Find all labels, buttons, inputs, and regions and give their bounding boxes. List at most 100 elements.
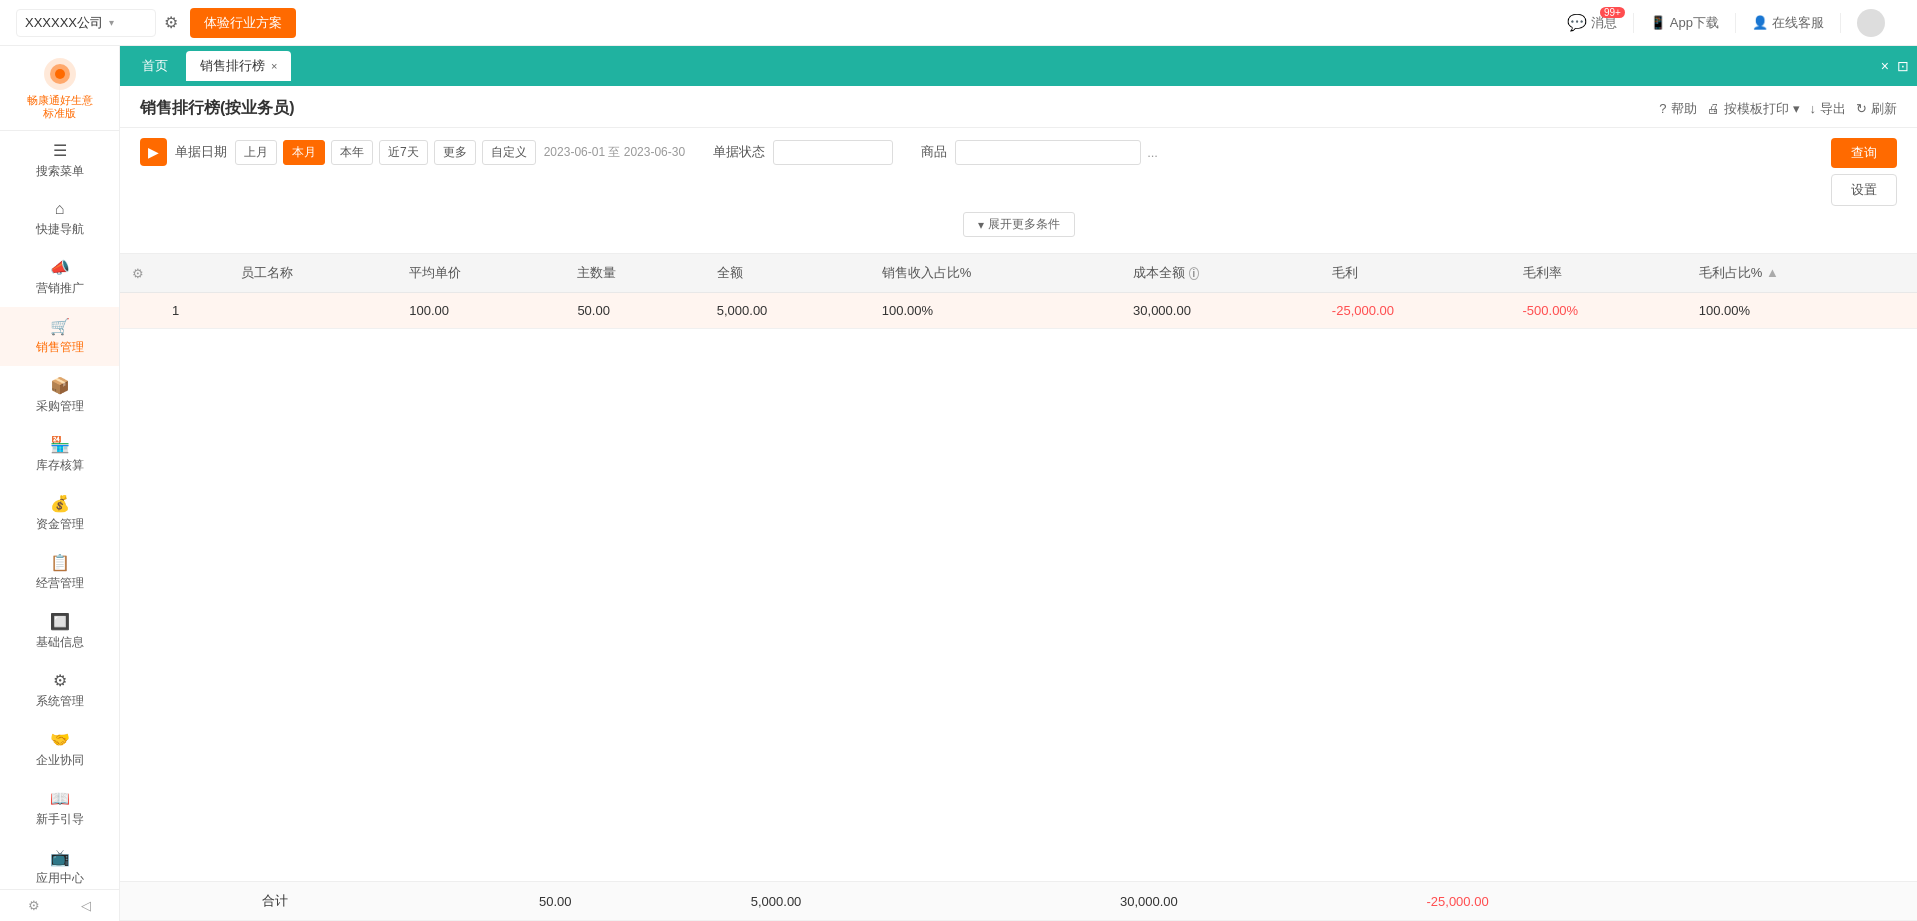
sidebar-bottom: ⚙ ◁ [0,889,119,921]
table-container: ⚙ 员工名称 平均单价 主数量 全额 销售收入占比% 成本全额 i 毛利 毛利率… [120,254,1917,881]
minimize-icon[interactable]: × [1881,58,1889,74]
sidebar-item-finance[interactable]: 💰 资金管理 [0,484,119,543]
footer-quantity: 50.00 [527,882,739,921]
logo-title: 畅康通好生意 标准版 [27,94,93,120]
table-header: ⚙ 员工名称 平均单价 主数量 全额 销售收入占比% 成本全额 i 毛利 毛利率… [120,254,1917,293]
expand-chevron-icon: ▾ [978,218,984,232]
cell-settings [120,293,160,329]
home-icon: ⌂ [55,200,65,218]
query-button[interactable]: 查询 [1831,138,1897,168]
app-download-button[interactable]: 📱 App下载 [1650,14,1719,32]
th-amount: 全额 [705,254,870,293]
date-custom-btn[interactable]: 自定义 [482,140,536,165]
footer-avg [437,882,527,921]
message-button[interactable]: 💬 消息 99+ [1567,13,1617,32]
export-button[interactable]: ↓ 导出 [1810,100,1847,118]
sidebar-label-system: 系统管理 [36,693,84,710]
sidebar-item-marketing[interactable]: 📣 营销推广 [0,248,119,307]
print-icon: 🖨 [1707,101,1720,116]
help-button[interactable]: ? 帮助 [1659,100,1696,118]
table-body: 1 100.00 50.00 5,000.00 100.00% 30,000.0… [120,293,1917,329]
sidebar-label-search: 搜索菜单 [36,163,84,180]
date-this-year-btn[interactable]: 本年 [331,140,373,165]
sidebar-item-app-center[interactable]: 📺 应用中心 [0,838,119,889]
sidebar-label-purchase: 采购管理 [36,398,84,415]
date-this-month-btn[interactable]: 本月 [283,140,325,165]
search-menu-icon: ☰ [53,141,67,160]
table-settings-icon[interactable]: ⚙ [132,266,144,281]
expand-more-button[interactable]: ▾ 展开更多条件 [963,212,1075,237]
online-service-icon: 👤 [1752,15,1768,30]
sidebar-item-system[interactable]: ⚙ 系统管理 [0,661,119,720]
settings-icon[interactable]: ⚙ [164,13,178,32]
sidebar-item-sales[interactable]: 🛒 销售管理 [0,307,119,366]
print-button[interactable]: 🖨 按模板打印 ▾ [1707,100,1800,118]
date-7days-btn[interactable]: 近7天 [379,140,428,165]
page-actions: ? 帮助 🖨 按模板打印 ▾ ↓ 导出 ↻ 刷新 [1659,100,1897,118]
tab-close-icon[interactable]: × [271,60,277,72]
avatar[interactable] [1857,9,1885,37]
page-header: 销售排行榜(按业务员) ? 帮助 🖨 按模板打印 ▾ ↓ 导出 [120,86,1917,128]
status-select[interactable] [773,140,893,165]
footer-row: 合计 50.00 5,000.00 30,000.00 -25,000.00 [120,882,1917,921]
cell-quantity: 50.00 [565,293,704,329]
finance-icon: 💰 [50,494,70,513]
data-table: ⚙ 员工名称 平均单价 主数量 全额 销售收入占比% 成本全额 i 毛利 毛利率… [120,254,1917,329]
sidebar-item-quick-nav[interactable]: ⌂ 快捷导航 [0,190,119,248]
th-quantity: 主数量 [565,254,704,293]
date-prev-month-btn[interactable]: 上月 [235,140,277,165]
sales-icon: 🛒 [50,317,70,336]
cell-rank: 1 [160,293,229,329]
footer-cell-spacer [120,882,160,921]
filter-settings-button[interactable]: 设置 [1831,174,1897,206]
date-more-btn[interactable]: 更多 [434,140,476,165]
sidebar: 畅康通好生意 标准版 ☰ 搜索菜单 ⌂ 快捷导航 📣 营销推广 � [0,46,120,921]
cell-gross-pct: 100.00% [1687,293,1917,329]
gross-pct-sort-icon[interactable]: ▲ [1766,265,1779,280]
filter-right-buttons: 查询 设置 [1831,138,1897,206]
sidebar-item-operations[interactable]: 📋 经营管理 [0,543,119,602]
online-service-button[interactable]: 👤 在线客服 [1752,14,1824,32]
sidebar-item-search[interactable]: ☰ 搜索菜单 [0,131,119,190]
trial-button[interactable]: 体验行业方案 [190,8,296,38]
guide-icon: 📖 [50,789,70,808]
sidebar-item-purchase[interactable]: 📦 采购管理 [0,366,119,425]
cell-avg-price: 100.00 [397,293,565,329]
refresh-icon: ↻ [1856,101,1867,116]
tab-sales-rank[interactable]: 销售排行榜 × [186,51,291,81]
cell-cost: 30,000.00 [1121,293,1320,329]
content-area: 首页 销售排行榜 × × ⊡ 销售排行榜(按业务员) ? 帮助 [120,46,1917,921]
company-selector[interactable]: XXXXXX公司 ▾ [16,9,156,37]
page-title: 销售排行榜(按业务员) [140,98,295,119]
sidebar-item-inventory[interactable]: 🏪 库存核算 [0,425,119,484]
maximize-icon[interactable]: ⊡ [1897,58,1909,74]
th-gross-rate: 毛利率 [1511,254,1687,293]
cost-info-icon[interactable]: i [1189,267,1199,280]
th-settings[interactable]: ⚙ [120,254,160,293]
sidebar-item-enterprise[interactable]: 🤝 企业协同 [0,720,119,779]
chevron-down-icon: ▾ [109,17,114,28]
refresh-button[interactable]: ↻ 刷新 [1856,100,1897,118]
cell-name [229,293,397,329]
cell-sales-pct: 100.00% [870,293,1121,329]
expand-row: ▾ 展开更多条件 [140,206,1897,243]
app-download-label: App下载 [1670,14,1719,32]
goods-input[interactable] [955,140,1141,165]
print-chevron-icon: ▾ [1793,101,1800,116]
sidebar-item-guide[interactable]: 📖 新手引导 [0,779,119,838]
sidebar-label-guide: 新手引导 [36,811,84,828]
filter-expand-arrow[interactable]: ▶ [140,138,167,166]
th-avg-price: 平均单价 [397,254,565,293]
tab-home[interactable]: 首页 [128,51,182,81]
sidebar-item-basic-info[interactable]: 🔲 基础信息 [0,602,119,661]
goods-more-icon[interactable]: ... [1147,145,1158,160]
sidebar-collapse-icon[interactable]: ◁ [81,898,91,913]
sidebar-nav: ☰ 搜索菜单 ⌂ 快捷导航 📣 营销推广 🛒 销售管理 📦 采购管理 [0,131,119,889]
divider [1633,13,1634,33]
operations-icon: 📋 [50,553,70,572]
sidebar-label-finance: 资金管理 [36,516,84,533]
app-download-icon: 📱 [1650,15,1666,30]
inventory-icon: 🏪 [50,435,70,454]
footer-gross-rate [1737,882,1827,921]
sidebar-settings-icon[interactable]: ⚙ [28,898,40,913]
